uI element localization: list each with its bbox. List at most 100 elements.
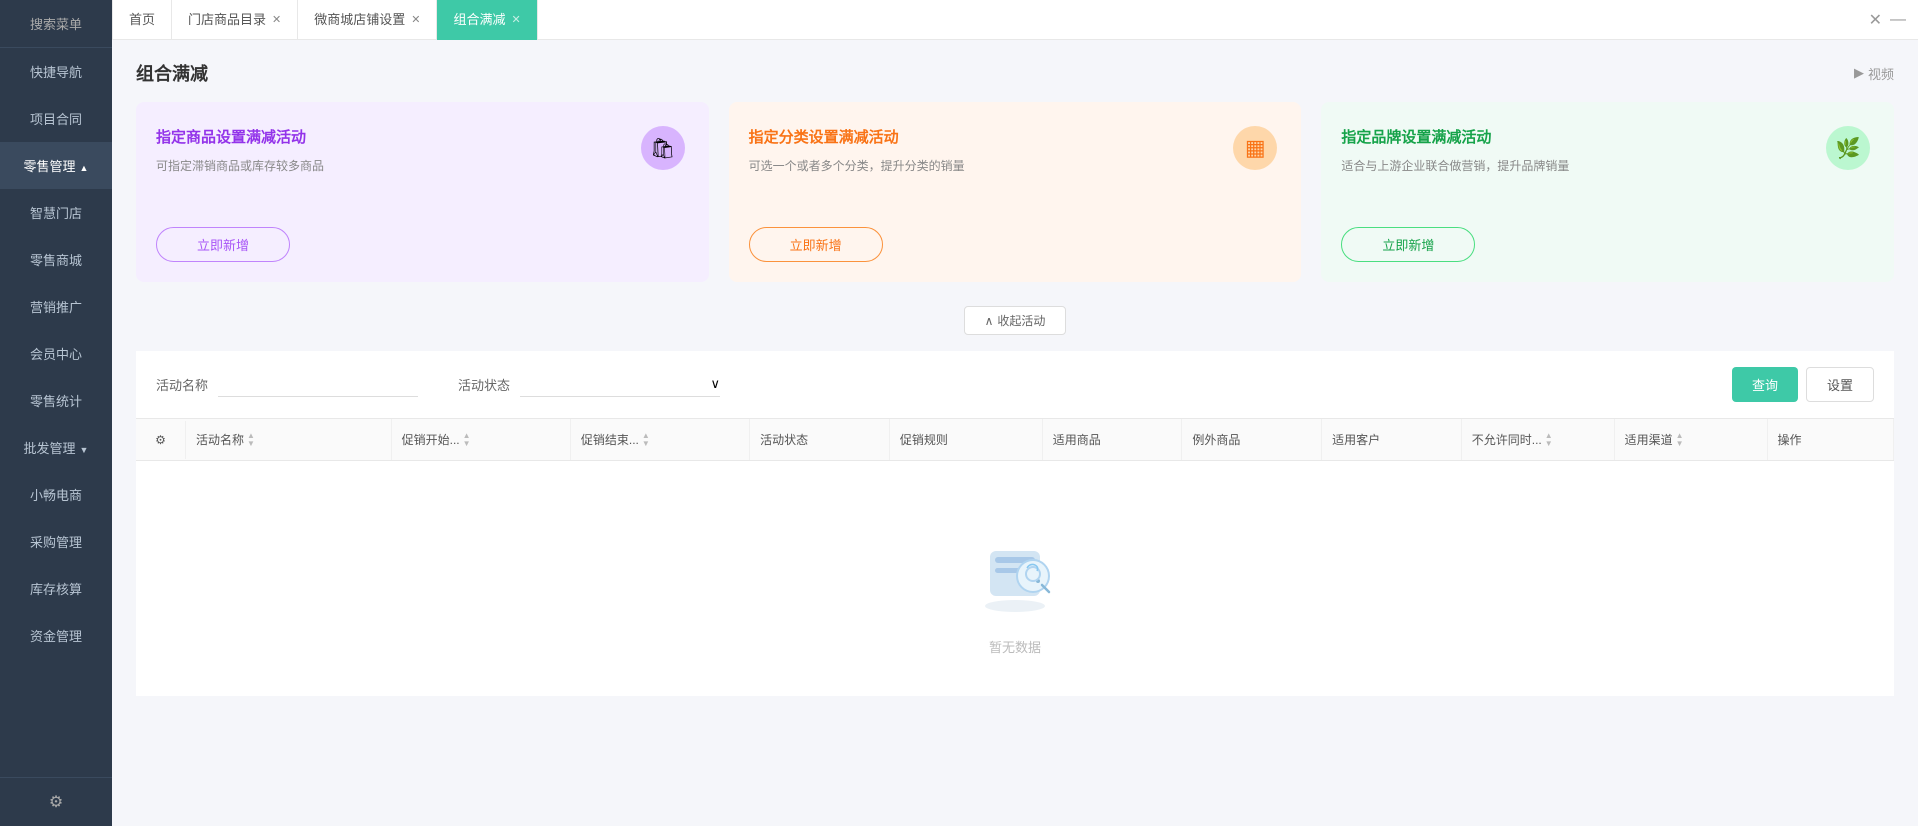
th-no-allow-label: 不允许同时... xyxy=(1472,431,1542,448)
th-action: 操作 xyxy=(1768,419,1895,460)
th-promo-end-label: 促销结束... xyxy=(581,431,639,448)
th-gear[interactable]: ⚙ xyxy=(136,421,186,459)
activity-cards: 🛍 指定商品设置满减活动 可指定滞销商品或库存较多商品 立即新增 ▦ 指定分类设… xyxy=(136,102,1894,282)
sidebar-item-project-contract[interactable]: 项目合同 xyxy=(0,95,112,142)
collapse-button[interactable]: ∧ 收起活动 xyxy=(964,306,1067,335)
th-applicable-goods: 适用商品 xyxy=(1043,419,1183,460)
th-action-label: 操作 xyxy=(1778,431,1802,448)
settings-icon[interactable]: ⚙ xyxy=(49,794,63,811)
query-button[interactable]: 查询 xyxy=(1732,367,1798,402)
th-applicable-channel[interactable]: 适用渠道 ▲▼ xyxy=(1615,419,1768,460)
product-card-desc: 可指定滞销商品或库存较多商品 xyxy=(156,157,502,211)
brand-card-add-btn[interactable]: 立即新增 xyxy=(1341,227,1475,262)
th-gear-icon: ⚙ xyxy=(155,433,166,447)
category-card-desc: 可选一个或者多个分类，提升分类的销量 xyxy=(749,157,1095,211)
product-card-icon: 🛍 xyxy=(641,126,685,170)
sidebar: 搜索菜单 快捷导航 项目合同 零售管理 智慧门店 零售商城 营销推广 会员中心 … xyxy=(0,0,112,826)
empty-icon xyxy=(965,521,1065,621)
product-card-add-btn[interactable]: 立即新增 xyxy=(156,227,290,262)
video-link[interactable]: ▶ 视频 xyxy=(1854,64,1894,83)
activity-status-filter-group: 活动状态 ∨ xyxy=(458,372,720,397)
tab-store-catalog-label: 门店商品目录 xyxy=(188,0,266,40)
tab-store-catalog-close[interactable]: ✕ xyxy=(272,0,281,40)
filter-area: 活动名称 活动状态 ∨ 查询 设置 xyxy=(136,351,1894,418)
activity-name-filter-label: 活动名称 xyxy=(156,375,208,394)
th-activity-name[interactable]: 活动名称 ▲▼ xyxy=(186,419,392,460)
th-no-allow[interactable]: 不允许同时... ▲▼ xyxy=(1462,419,1615,460)
th-applicable-channel-sort: ▲▼ xyxy=(1676,432,1684,448)
sidebar-item-retail-mgmt[interactable]: 零售管理 xyxy=(0,142,112,189)
activity-status-select[interactable]: ∨ xyxy=(520,372,720,397)
category-card-title: 指定分类设置满减活动 xyxy=(749,126,1282,147)
sidebar-item-xiaochangec[interactable]: 小畅电商 xyxy=(0,471,112,518)
sidebar-item-retail-mall[interactable]: 零售商城 xyxy=(0,236,112,283)
sidebar-item-member-center[interactable]: 会员中心 xyxy=(0,330,112,377)
sidebar-item-marketing[interactable]: 营销推广 xyxy=(0,283,112,330)
th-applicable-customer-label: 适用客户 xyxy=(1332,431,1380,448)
tab-home[interactable]: 首页 xyxy=(112,0,172,40)
sidebar-bottom: ⚙ xyxy=(0,777,112,826)
product-activity-card: 🛍 指定商品设置满减活动 可指定滞销商品或库存较多商品 立即新增 xyxy=(136,102,709,282)
page-title: 组合满减 xyxy=(136,60,208,86)
tab-combo-discount-label: 组合满减 xyxy=(453,0,505,40)
th-applicable-customer: 适用客户 xyxy=(1322,419,1462,460)
category-activity-card: ▦ 指定分类设置满减活动 可选一个或者多个分类，提升分类的销量 立即新增 xyxy=(729,102,1302,282)
th-activity-status-label: 活动状态 xyxy=(760,431,808,448)
tab-wechat-settings[interactable]: 微商城店铺设置 ✕ xyxy=(298,0,437,40)
sidebar-item-inventory-calc[interactable]: 库存核算 xyxy=(0,565,112,612)
collapse-bar: ∧ 收起活动 xyxy=(136,298,1894,351)
sidebar-item-purchase-mgmt[interactable]: 采购管理 xyxy=(0,518,112,565)
main-area: 首页 门店商品目录 ✕ 微商城店铺设置 ✕ 组合满减 ✕ ✕ — 组合满减 ▶ … xyxy=(112,0,1918,826)
filter-actions: 查询 设置 xyxy=(1732,367,1874,402)
sidebar-item-wholesale-mgmt[interactable]: 批发管理 xyxy=(0,424,112,471)
category-card-icon: ▦ xyxy=(1233,126,1277,170)
tabs-bar: 首页 门店商品目录 ✕ 微商城店铺设置 ✕ 组合满减 ✕ ✕ — xyxy=(112,0,1918,40)
th-promo-start[interactable]: 促销开始... ▲▼ xyxy=(392,419,571,460)
th-applicable-channel-label: 适用渠道 xyxy=(1625,431,1673,448)
sidebar-item-smart-store[interactable]: 智慧门店 xyxy=(0,189,112,236)
empty-text: 暂无数据 xyxy=(989,637,1041,656)
brand-card-desc: 适合与上游企业联合做营销，提升品牌销量 xyxy=(1341,157,1687,211)
th-applicable-goods-label: 适用商品 xyxy=(1053,431,1101,448)
th-activity-name-sort: ▲▼ xyxy=(247,432,255,448)
th-promo-end-sort: ▲▼ xyxy=(642,432,650,448)
brand-activity-card: 🌿 指定品牌设置满减活动 适合与上游企业联合做营销，提升品牌销量 立即新增 xyxy=(1321,102,1894,282)
sidebar-search[interactable]: 搜索菜单 xyxy=(0,0,112,48)
tab-combo-discount-close[interactable]: ✕ xyxy=(512,0,521,40)
th-except-goods: 例外商品 xyxy=(1182,419,1322,460)
category-card-add-btn[interactable]: 立即新增 xyxy=(749,227,883,262)
th-promo-start-sort: ▲▼ xyxy=(463,432,471,448)
product-card-title: 指定商品设置满减活动 xyxy=(156,126,689,147)
tab-home-label: 首页 xyxy=(129,0,155,40)
table-header: ⚙ 活动名称 ▲▼ 促销开始... ▲▼ 促销结束... ▲▼ 活动状态 xyxy=(136,418,1894,461)
th-no-allow-sort: ▲▼ xyxy=(1545,432,1553,448)
sidebar-item-quick-nav[interactable]: 快捷导航 xyxy=(0,48,112,95)
th-promo-rule-label: 促销规则 xyxy=(900,431,948,448)
sidebar-item-retail-stats[interactable]: 零售统计 xyxy=(0,377,112,424)
window-minimize-btn[interactable]: — xyxy=(1890,11,1906,29)
activity-status-filter-label: 活动状态 xyxy=(458,375,510,394)
th-promo-rule: 促销规则 xyxy=(890,419,1043,460)
activity-name-filter-group: 活动名称 xyxy=(156,373,418,397)
window-close-btn[interactable]: ✕ xyxy=(1869,10,1882,30)
play-icon: ▶ xyxy=(1854,65,1864,81)
tab-wechat-settings-label: 微商城店铺设置 xyxy=(314,0,405,40)
tab-store-catalog[interactable]: 门店商品目录 ✕ xyxy=(172,0,298,40)
chevron-down-icon: ∨ xyxy=(711,376,721,392)
th-except-goods-label: 例外商品 xyxy=(1192,431,1240,448)
page-header: 组合满减 ▶ 视频 xyxy=(136,60,1894,86)
collapse-arrow-icon: ∧ xyxy=(985,314,994,328)
sidebar-item-fund-mgmt[interactable]: 资金管理 xyxy=(0,612,112,659)
th-promo-end[interactable]: 促销结束... ▲▼ xyxy=(571,419,750,460)
tab-combo-discount[interactable]: 组合满减 ✕ xyxy=(437,0,537,40)
th-activity-status: 活动状态 xyxy=(750,419,890,460)
window-controls: ✕ — xyxy=(1857,10,1918,30)
activity-name-input[interactable] xyxy=(218,373,418,397)
tab-wechat-settings-close[interactable]: ✕ xyxy=(411,0,420,40)
th-promo-start-label: 促销开始... xyxy=(402,431,460,448)
settings-button[interactable]: 设置 xyxy=(1806,367,1874,402)
collapse-label: 收起活动 xyxy=(997,312,1045,329)
content-area: 组合满减 ▶ 视频 🛍 指定商品设置满减活动 可指定滞销商品或库存较多商品 立即… xyxy=(112,40,1918,826)
video-label: 视频 xyxy=(1868,64,1894,83)
table-wrapper: ⚙ 活动名称 ▲▼ 促销开始... ▲▼ 促销结束... ▲▼ 活动状态 xyxy=(136,418,1894,696)
